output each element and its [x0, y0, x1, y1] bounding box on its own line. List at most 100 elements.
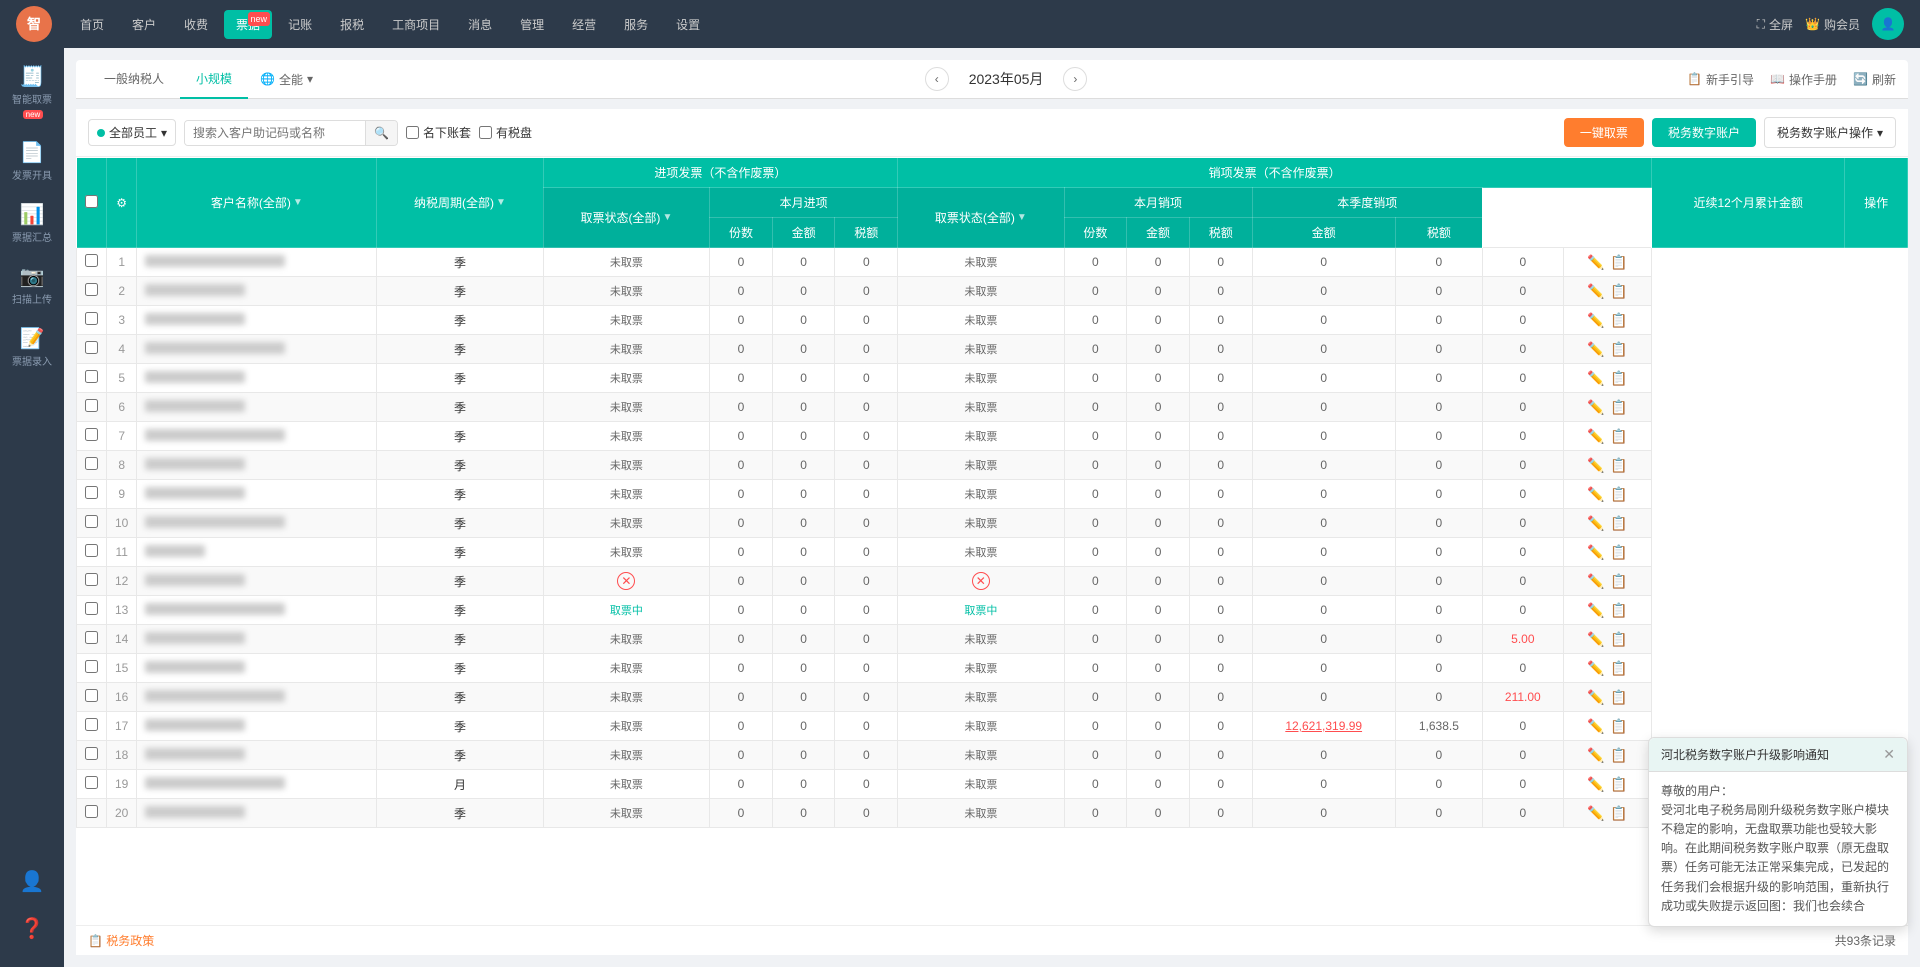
copy-icon[interactable]: 📋	[1610, 428, 1627, 445]
row-customer-name[interactable]	[137, 480, 377, 509]
nav-client[interactable]: 客户	[120, 10, 168, 39]
nav-settings[interactable]: 设置	[664, 10, 712, 39]
edit-icon[interactable]: ✏️	[1587, 718, 1604, 735]
row-customer-name[interactable]	[137, 625, 377, 654]
nav-message[interactable]: 消息	[456, 10, 504, 39]
row-checkbox-18[interactable]	[85, 747, 98, 760]
copy-icon[interactable]: 📋	[1610, 747, 1627, 764]
guide-link[interactable]: 📋 新手引导	[1687, 71, 1754, 88]
checkbox-youshuipan[interactable]: 有税盘	[479, 124, 532, 141]
search-input[interactable]	[185, 121, 365, 145]
copy-icon[interactable]: 📋	[1610, 689, 1627, 706]
sidebar-item-zhiqupiao[interactable]: 🧾 智能取票 new	[4, 56, 60, 128]
sidebar-item-help[interactable]: ❓	[4, 908, 60, 951]
edit-icon[interactable]: ✏️	[1587, 544, 1604, 561]
copy-icon[interactable]: 📋	[1610, 312, 1627, 329]
row-customer-name[interactable]	[137, 277, 377, 306]
row-customer-name[interactable]	[137, 712, 377, 741]
row-checkbox-15[interactable]	[85, 660, 98, 673]
row-customer-name[interactable]	[137, 799, 377, 828]
copy-icon[interactable]: 📋	[1610, 399, 1627, 416]
tab-all[interactable]: 🌐 全能 ▾	[248, 63, 325, 96]
edit-icon[interactable]: ✏️	[1587, 631, 1604, 648]
row-checkbox-6[interactable]	[85, 399, 98, 412]
yijian-qupiao-button[interactable]: 一键取票	[1564, 118, 1644, 147]
edit-icon[interactable]: ✏️	[1587, 776, 1604, 793]
manual-link[interactable]: 📖 操作手册	[1770, 71, 1837, 88]
next-month-button[interactable]: ›	[1063, 67, 1087, 91]
copy-icon[interactable]: 📋	[1610, 486, 1627, 503]
tax-policy-link[interactable]: 📋 税务政策	[88, 932, 154, 949]
row-checkbox-16[interactable]	[85, 689, 98, 702]
row-customer-name[interactable]	[137, 306, 377, 335]
copy-icon[interactable]: 📋	[1610, 457, 1627, 474]
row-checkbox-5[interactable]	[85, 370, 98, 383]
select-all-checkbox[interactable]	[85, 195, 98, 208]
row-checkbox-11[interactable]	[85, 544, 98, 557]
copy-icon[interactable]: 📋	[1610, 283, 1627, 300]
tab-general[interactable]: 一般纳税人	[88, 60, 180, 99]
row-checkbox-20[interactable]	[85, 805, 98, 818]
prev-month-button[interactable]: ‹	[925, 67, 949, 91]
row-checkbox-17[interactable]	[85, 718, 98, 731]
edit-icon[interactable]: ✏️	[1587, 747, 1604, 764]
copy-icon[interactable]: 📋	[1610, 805, 1627, 822]
nav-home[interactable]: 首页	[68, 10, 116, 39]
nav-invoice[interactable]: 票据 new	[224, 10, 272, 39]
row-checkbox-12[interactable]	[85, 573, 98, 586]
row-checkbox-7[interactable]	[85, 428, 98, 441]
row-checkbox-13[interactable]	[85, 602, 98, 615]
edit-icon[interactable]: ✏️	[1587, 428, 1604, 445]
sidebar-item-scan[interactable]: 📷 扫描上传	[4, 256, 60, 314]
search-button[interactable]: 🔍	[365, 121, 397, 145]
row-checkbox-10[interactable]	[85, 515, 98, 528]
edit-icon[interactable]: ✏️	[1587, 399, 1604, 416]
copy-icon[interactable]: 📋	[1610, 544, 1627, 561]
row-customer-name[interactable]	[137, 451, 377, 480]
checkbox-mingxia[interactable]: 名下账套	[406, 124, 471, 141]
nav-operation[interactable]: 经营	[560, 10, 608, 39]
row-customer-name[interactable]	[137, 654, 377, 683]
member-button[interactable]: 👑 购会员	[1805, 16, 1860, 33]
nav-tax[interactable]: 报税	[328, 10, 376, 39]
shuiwu-digital-button[interactable]: 税务数字账户	[1652, 118, 1756, 147]
edit-icon[interactable]: ✏️	[1587, 805, 1604, 822]
row-checkbox-2[interactable]	[85, 283, 98, 296]
row-customer-name[interactable]	[137, 335, 377, 364]
edit-icon[interactable]: ✏️	[1587, 254, 1604, 271]
row-checkbox-8[interactable]	[85, 457, 98, 470]
refresh-link[interactable]: 🔄 刷新	[1853, 71, 1896, 88]
edit-icon[interactable]: ✏️	[1587, 341, 1604, 358]
nav-service[interactable]: 服务	[612, 10, 660, 39]
copy-icon[interactable]: 📋	[1610, 341, 1627, 358]
edit-icon[interactable]: ✏️	[1587, 312, 1604, 329]
row-customer-name[interactable]	[137, 248, 377, 277]
row-customer-name[interactable]	[137, 741, 377, 770]
edit-icon[interactable]: ✏️	[1587, 689, 1604, 706]
copy-icon[interactable]: 📋	[1610, 776, 1627, 793]
row-checkbox-19[interactable]	[85, 776, 98, 789]
copy-icon[interactable]: 📋	[1610, 660, 1627, 677]
nav-fee[interactable]: 收费	[172, 10, 220, 39]
edit-icon[interactable]: ✏️	[1587, 660, 1604, 677]
employee-select[interactable]: 全部员工 ▾	[88, 119, 176, 146]
checkbox-youshuipan-input[interactable]	[479, 126, 492, 139]
row-customer-name[interactable]	[137, 509, 377, 538]
user-avatar[interactable]: 👤	[1872, 8, 1904, 40]
edit-icon[interactable]: ✏️	[1587, 486, 1604, 503]
row-checkbox-14[interactable]	[85, 631, 98, 644]
edit-icon[interactable]: ✏️	[1587, 370, 1604, 387]
edit-icon[interactable]: ✏️	[1587, 457, 1604, 474]
row-checkbox-9[interactable]	[85, 486, 98, 499]
sidebar-item-kaiju[interactable]: 📄 发票开具	[4, 132, 60, 190]
copy-icon[interactable]: 📋	[1610, 602, 1627, 619]
row-customer-name[interactable]	[137, 364, 377, 393]
row-checkbox-3[interactable]	[85, 312, 98, 325]
copy-icon[interactable]: 📋	[1610, 515, 1627, 532]
copy-icon[interactable]: 📋	[1610, 370, 1627, 387]
fullscreen-button[interactable]: ⛶ 全屏	[1757, 16, 1793, 33]
row-checkbox-1[interactable]	[85, 254, 98, 267]
row-customer-name[interactable]	[137, 683, 377, 712]
row-checkbox-4[interactable]	[85, 341, 98, 354]
edit-icon[interactable]: ✏️	[1587, 602, 1604, 619]
